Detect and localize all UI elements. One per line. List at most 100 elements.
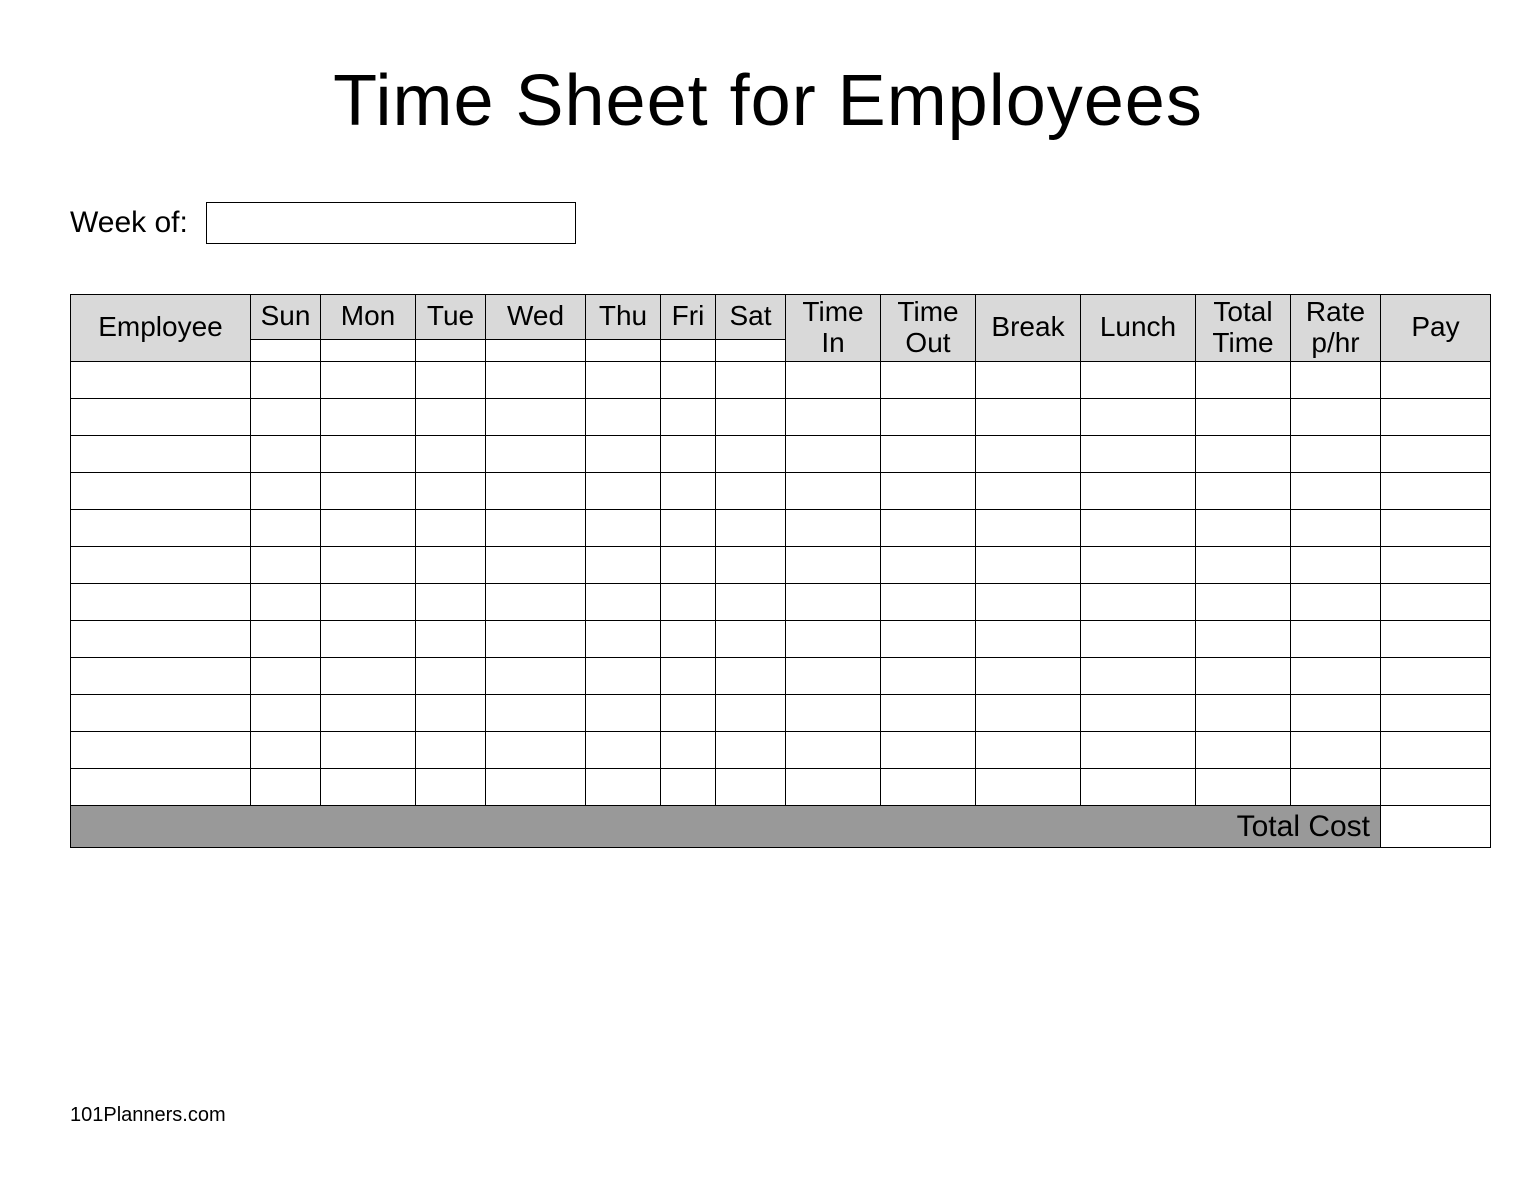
cell-time_in[interactable] xyxy=(786,583,881,620)
cell-total_time[interactable] xyxy=(1196,731,1291,768)
cell-pay[interactable] xyxy=(1381,509,1491,546)
cell-thu[interactable] xyxy=(586,546,661,583)
cell-wed[interactable] xyxy=(486,731,586,768)
total-cost-value[interactable] xyxy=(1381,805,1491,847)
cell-tue[interactable] xyxy=(416,620,486,657)
cell-lunch[interactable] xyxy=(1081,583,1196,620)
cell-time_in[interactable] xyxy=(786,509,881,546)
sub-cell-wed[interactable] xyxy=(486,339,586,361)
cell-time_out[interactable] xyxy=(881,583,976,620)
cell-sun[interactable] xyxy=(251,435,321,472)
cell-thu[interactable] xyxy=(586,472,661,509)
cell-break[interactable] xyxy=(976,435,1081,472)
cell-time_out[interactable] xyxy=(881,694,976,731)
cell-fri[interactable] xyxy=(661,472,716,509)
cell-tue[interactable] xyxy=(416,657,486,694)
cell-rate[interactable] xyxy=(1291,768,1381,805)
cell-sat[interactable] xyxy=(716,472,786,509)
cell-total_time[interactable] xyxy=(1196,620,1291,657)
cell-time_out[interactable] xyxy=(881,509,976,546)
cell-time_out[interactable] xyxy=(881,435,976,472)
cell-time_out[interactable] xyxy=(881,620,976,657)
cell-rate[interactable] xyxy=(1291,361,1381,398)
cell-employee[interactable] xyxy=(71,768,251,805)
cell-employee[interactable] xyxy=(71,620,251,657)
cell-rate[interactable] xyxy=(1291,731,1381,768)
cell-employee[interactable] xyxy=(71,657,251,694)
cell-tue[interactable] xyxy=(416,472,486,509)
cell-time_out[interactable] xyxy=(881,768,976,805)
cell-fri[interactable] xyxy=(661,398,716,435)
cell-wed[interactable] xyxy=(486,509,586,546)
cell-thu[interactable] xyxy=(586,583,661,620)
cell-time_in[interactable] xyxy=(786,620,881,657)
cell-pay[interactable] xyxy=(1381,694,1491,731)
cell-time_out[interactable] xyxy=(881,398,976,435)
cell-mon[interactable] xyxy=(321,620,416,657)
cell-break[interactable] xyxy=(976,620,1081,657)
cell-wed[interactable] xyxy=(486,768,586,805)
cell-time_out[interactable] xyxy=(881,546,976,583)
cell-mon[interactable] xyxy=(321,472,416,509)
cell-sun[interactable] xyxy=(251,361,321,398)
cell-time_out[interactable] xyxy=(881,361,976,398)
cell-tue[interactable] xyxy=(416,398,486,435)
cell-sat[interactable] xyxy=(716,435,786,472)
cell-lunch[interactable] xyxy=(1081,657,1196,694)
cell-thu[interactable] xyxy=(586,768,661,805)
cell-fri[interactable] xyxy=(661,546,716,583)
cell-rate[interactable] xyxy=(1291,472,1381,509)
cell-rate[interactable] xyxy=(1291,620,1381,657)
cell-tue[interactable] xyxy=(416,509,486,546)
cell-sat[interactable] xyxy=(716,546,786,583)
sub-cell-fri[interactable] xyxy=(661,339,716,361)
cell-fri[interactable] xyxy=(661,361,716,398)
cell-total_time[interactable] xyxy=(1196,398,1291,435)
cell-sun[interactable] xyxy=(251,472,321,509)
cell-wed[interactable] xyxy=(486,694,586,731)
sub-cell-tue[interactable] xyxy=(416,339,486,361)
cell-sat[interactable] xyxy=(716,361,786,398)
cell-employee[interactable] xyxy=(71,472,251,509)
cell-time_in[interactable] xyxy=(786,398,881,435)
cell-sun[interactable] xyxy=(251,694,321,731)
cell-pay[interactable] xyxy=(1381,768,1491,805)
cell-employee[interactable] xyxy=(71,546,251,583)
cell-break[interactable] xyxy=(976,657,1081,694)
cell-pay[interactable] xyxy=(1381,361,1491,398)
cell-time_in[interactable] xyxy=(786,768,881,805)
cell-time_out[interactable] xyxy=(881,731,976,768)
cell-fri[interactable] xyxy=(661,694,716,731)
cell-mon[interactable] xyxy=(321,768,416,805)
cell-lunch[interactable] xyxy=(1081,546,1196,583)
cell-sun[interactable] xyxy=(251,657,321,694)
cell-sat[interactable] xyxy=(716,620,786,657)
week-of-input[interactable] xyxy=(206,202,576,244)
cell-rate[interactable] xyxy=(1291,657,1381,694)
cell-total_time[interactable] xyxy=(1196,546,1291,583)
cell-rate[interactable] xyxy=(1291,583,1381,620)
cell-thu[interactable] xyxy=(586,657,661,694)
cell-tue[interactable] xyxy=(416,583,486,620)
cell-wed[interactable] xyxy=(486,435,586,472)
cell-fri[interactable] xyxy=(661,435,716,472)
cell-tue[interactable] xyxy=(416,435,486,472)
cell-time_in[interactable] xyxy=(786,657,881,694)
cell-break[interactable] xyxy=(976,546,1081,583)
cell-sun[interactable] xyxy=(251,546,321,583)
cell-wed[interactable] xyxy=(486,361,586,398)
cell-total_time[interactable] xyxy=(1196,472,1291,509)
cell-sat[interactable] xyxy=(716,731,786,768)
cell-break[interactable] xyxy=(976,731,1081,768)
cell-wed[interactable] xyxy=(486,472,586,509)
cell-wed[interactable] xyxy=(486,657,586,694)
cell-lunch[interactable] xyxy=(1081,620,1196,657)
cell-thu[interactable] xyxy=(586,398,661,435)
cell-employee[interactable] xyxy=(71,694,251,731)
cell-tue[interactable] xyxy=(416,768,486,805)
cell-thu[interactable] xyxy=(586,620,661,657)
cell-thu[interactable] xyxy=(586,435,661,472)
cell-pay[interactable] xyxy=(1381,657,1491,694)
cell-total_time[interactable] xyxy=(1196,435,1291,472)
cell-break[interactable] xyxy=(976,398,1081,435)
